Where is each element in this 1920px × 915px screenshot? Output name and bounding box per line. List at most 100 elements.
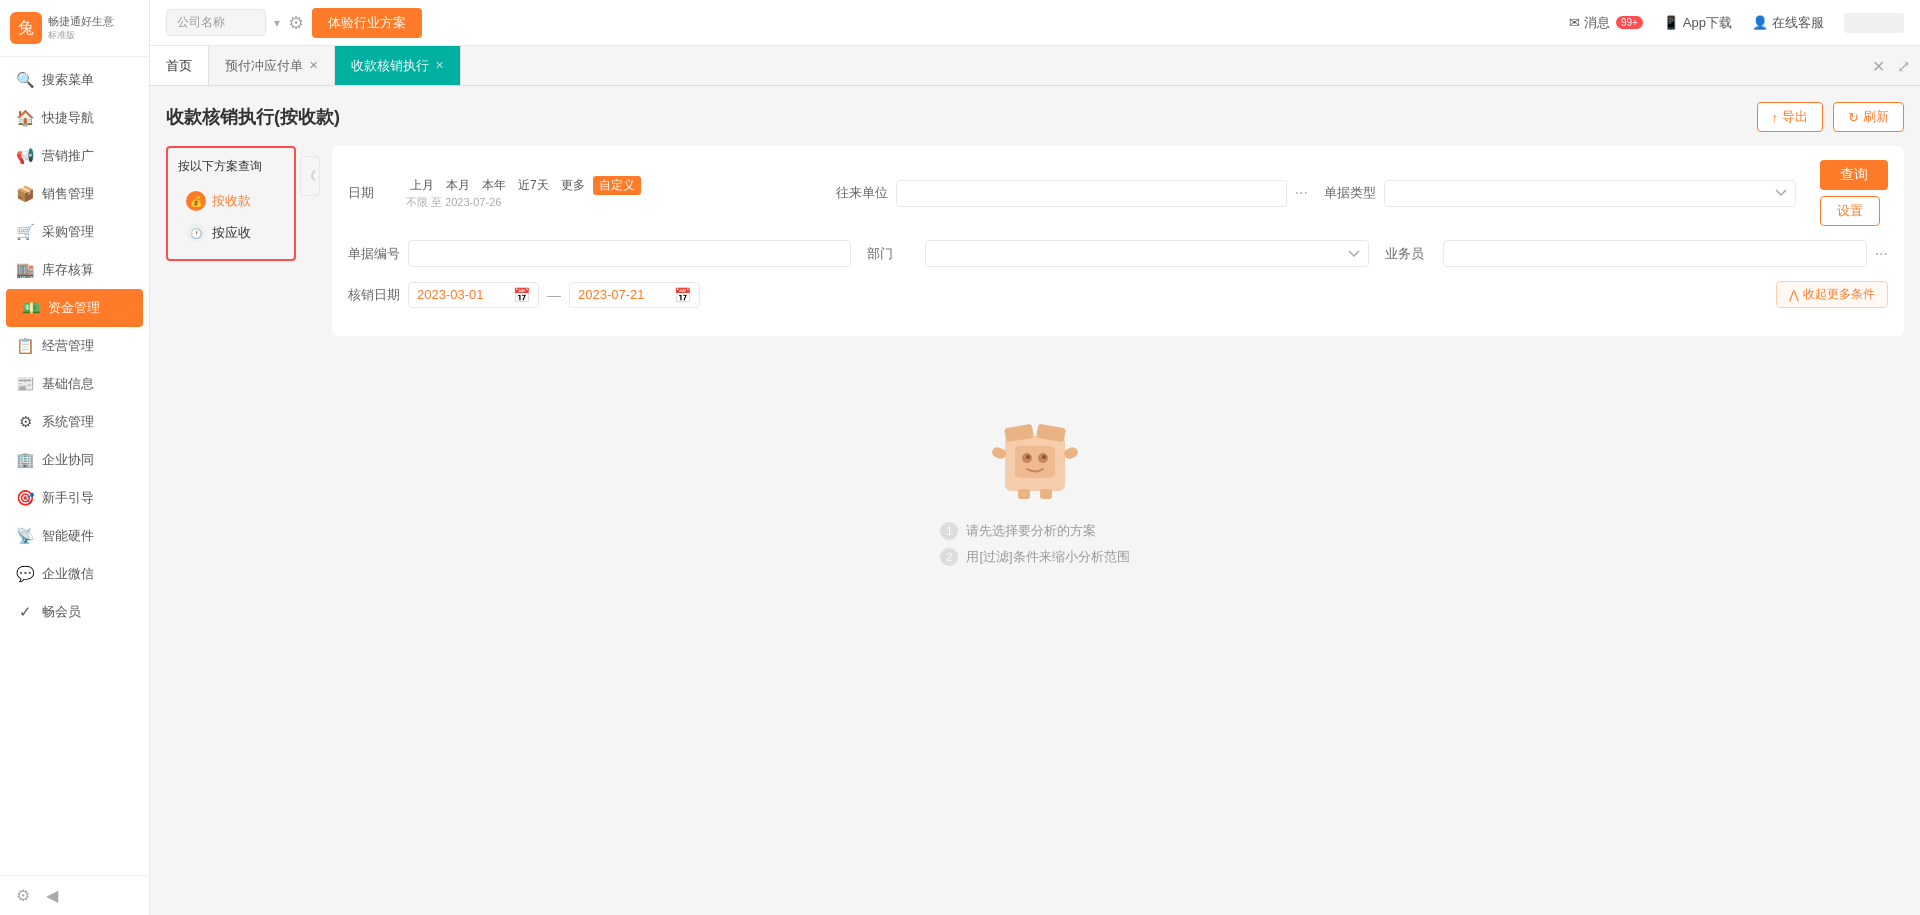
tab-expand-icon[interactable]: ⤢ (1897, 56, 1910, 75)
offset-date-start-input[interactable] (417, 287, 507, 302)
date-label: 日期 (348, 184, 398, 202)
svg-rect-3 (1015, 446, 1055, 478)
sidebar-item-quick-nav[interactable]: 🏠 快捷导航 (0, 99, 149, 137)
finance-label: 资金管理 (48, 299, 100, 317)
set-btn[interactable]: 设置 (1820, 196, 1880, 226)
tab-home-label: 首页 (166, 57, 192, 75)
app-download-btn[interactable]: 📱 App下载 (1663, 14, 1732, 32)
sidebar-item-guide[interactable]: 🎯 新手引导 (0, 479, 149, 517)
message-btn[interactable]: ✉ 消息 99+ (1569, 14, 1643, 32)
cal-end-icon[interactable]: 📅 (674, 287, 691, 303)
filter-row-2: 单据编号 部门 业务员 ··· (348, 240, 1888, 267)
counterparty-ellipsis-icon[interactable]: ··· (1295, 184, 1308, 202)
offset-date-start-wrap: 📅 (408, 282, 539, 308)
date-shortcuts-wrap: 上月 本月 本年 近7天 更多 自定义 不限 至 2023-07-26 (406, 176, 641, 210)
hint-num-2: 2 (940, 548, 958, 566)
chevron-down-icon[interactable]: ▾ (274, 16, 280, 30)
sidebar-item-system[interactable]: ⚙ 系统管理 (0, 403, 149, 441)
sidebar-settings-icon[interactable]: ⚙ (16, 886, 30, 905)
tab-close-window-icon[interactable]: ✕ (1872, 56, 1885, 75)
basic-info-label: 基础信息 (42, 375, 94, 393)
company-selector[interactable]: 公司名称 (166, 9, 266, 36)
member-icon: ✓ (16, 603, 34, 621)
doc-no-input[interactable] (408, 240, 851, 267)
refresh-btn[interactable]: ↻ 刷新 (1833, 102, 1904, 132)
offset-date-field: 核销日期 📅 — 📅 (348, 282, 1760, 308)
app-logo-icon: 兔 (10, 12, 42, 44)
counterparty-input[interactable] (896, 180, 1287, 207)
sidebar-nav: 🔍 搜索菜单 🏠 快捷导航 📢 营销推广 📦 销售管理 🛒 采购管理 🏬 库存核… (0, 57, 149, 875)
date-shortcut-7days[interactable]: 近7天 (514, 176, 553, 195)
collapse-more-btn[interactable]: ⋀ 收起更多条件 (1776, 281, 1888, 308)
system-icon: ⚙ (16, 413, 34, 431)
counterparty-label: 往来单位 (836, 184, 888, 202)
sidebar-item-search[interactable]: 🔍 搜索菜单 (0, 61, 149, 99)
filter-option-by-receipt[interactable]: 💰 按收款 (178, 185, 284, 217)
employee-field: 业务员 ··· (1385, 240, 1888, 267)
tab-prepay-close[interactable]: ✕ (309, 59, 318, 72)
quick-nav-label: 快捷导航 (42, 109, 94, 127)
service-label: 在线客服 (1772, 14, 1824, 32)
basic-info-icon: 📰 (16, 375, 34, 393)
collapse-more-label: 收起更多条件 (1803, 286, 1875, 303)
wechat-icon: 💬 (16, 565, 34, 583)
system-label: 系统管理 (42, 413, 94, 431)
collapse-more-wrap: ⋀ 收起更多条件 (1776, 281, 1888, 308)
query-btn[interactable]: 查询 (1820, 160, 1888, 190)
date-range-separator: — (547, 287, 561, 303)
filter-option-by-receivable[interactable]: 🕐 按应收 (178, 217, 284, 249)
by-receivable-label: 按应收 (212, 224, 251, 242)
date-field: 日期 上月 本月 本年 近7天 更多 自定义 不限 至 2023-07-26 (348, 176, 820, 210)
employee-ellipsis-icon[interactable]: ··· (1875, 245, 1888, 263)
doc-type-select[interactable] (1384, 180, 1796, 207)
tab-prepay-label: 预付冲应付单 (225, 57, 303, 75)
sidebar-item-operation[interactable]: 📋 经营管理 (0, 327, 149, 365)
empty-hint-2: 2 用[过滤]条件来缩小分析范围 (940, 548, 1129, 566)
date-shortcut-this-year[interactable]: 本年 (478, 176, 510, 195)
sidebar-item-hardware[interactable]: 📡 智能硬件 (0, 517, 149, 555)
tab-prepay[interactable]: 预付冲应付单 ✕ (209, 46, 335, 85)
tab-home[interactable]: 首页 (150, 46, 209, 85)
enterprise-label: 企业协同 (42, 451, 94, 469)
sidebar-item-wechat[interactable]: 💬 企业微信 (0, 555, 149, 593)
sidebar-item-inventory[interactable]: 🏬 库存核算 (0, 251, 149, 289)
hardware-icon: 📡 (16, 527, 34, 545)
sidebar-item-purchase[interactable]: 🛒 采购管理 (0, 213, 149, 251)
online-service-btn[interactable]: 👤 在线客服 (1752, 14, 1824, 32)
collapse-sidebar-btn[interactable]: 《 (300, 156, 320, 196)
purchase-label: 采购管理 (42, 223, 94, 241)
hint-num-1: 1 (940, 522, 958, 540)
sales-icon: 📦 (16, 185, 34, 203)
date-shortcut-more[interactable]: 更多 (557, 176, 589, 195)
sidebar-item-basic-info[interactable]: 📰 基础信息 (0, 365, 149, 403)
svg-rect-11 (1063, 446, 1080, 460)
sidebar-item-enterprise[interactable]: 🏢 企业协同 (0, 441, 149, 479)
refresh-icon: ↻ (1848, 110, 1859, 125)
employee-input[interactable] (1443, 240, 1866, 267)
hint-text-2: 用[过滤]条件来缩小分析范围 (966, 548, 1129, 566)
offset-date-end-wrap: 📅 (569, 282, 700, 308)
sales-label: 销售管理 (42, 185, 94, 203)
marketing-label: 营销推广 (42, 147, 94, 165)
tab-receipt-offset-close[interactable]: ✕ (435, 59, 444, 72)
date-shortcut-last-month[interactable]: 上月 (406, 176, 438, 195)
sidebar-item-member[interactable]: ✓ 畅会员 (0, 593, 149, 631)
settings-icon[interactable]: ⚙ (288, 12, 304, 34)
date-shortcut-custom[interactable]: 自定义 (593, 176, 641, 195)
cal-start-icon[interactable]: 📅 (513, 287, 530, 303)
counterparty-field: 往来单位 ··· (836, 180, 1308, 207)
tab-receipt-offset[interactable]: 收款核销执行 ✕ (335, 46, 461, 85)
refresh-label: 刷新 (1863, 108, 1889, 126)
dept-label: 部门 (867, 245, 917, 263)
sidebar-collapse-icon[interactable]: ◀ (46, 886, 58, 905)
sidebar-item-marketing[interactable]: 📢 营销推广 (0, 137, 149, 175)
operation-icon: 📋 (16, 337, 34, 355)
offset-date-end-input[interactable] (578, 287, 668, 302)
date-shortcut-this-month[interactable]: 本月 (442, 176, 474, 195)
sidebar-item-finance[interactable]: 💵 资金管理 (6, 289, 143, 327)
industry-btn[interactable]: 体验行业方案 (312, 8, 422, 38)
user-avatar[interactable] (1844, 13, 1904, 33)
export-btn[interactable]: ↑ 导出 (1757, 102, 1824, 132)
sidebar-item-sales[interactable]: 📦 销售管理 (0, 175, 149, 213)
dept-select[interactable] (925, 240, 1370, 267)
